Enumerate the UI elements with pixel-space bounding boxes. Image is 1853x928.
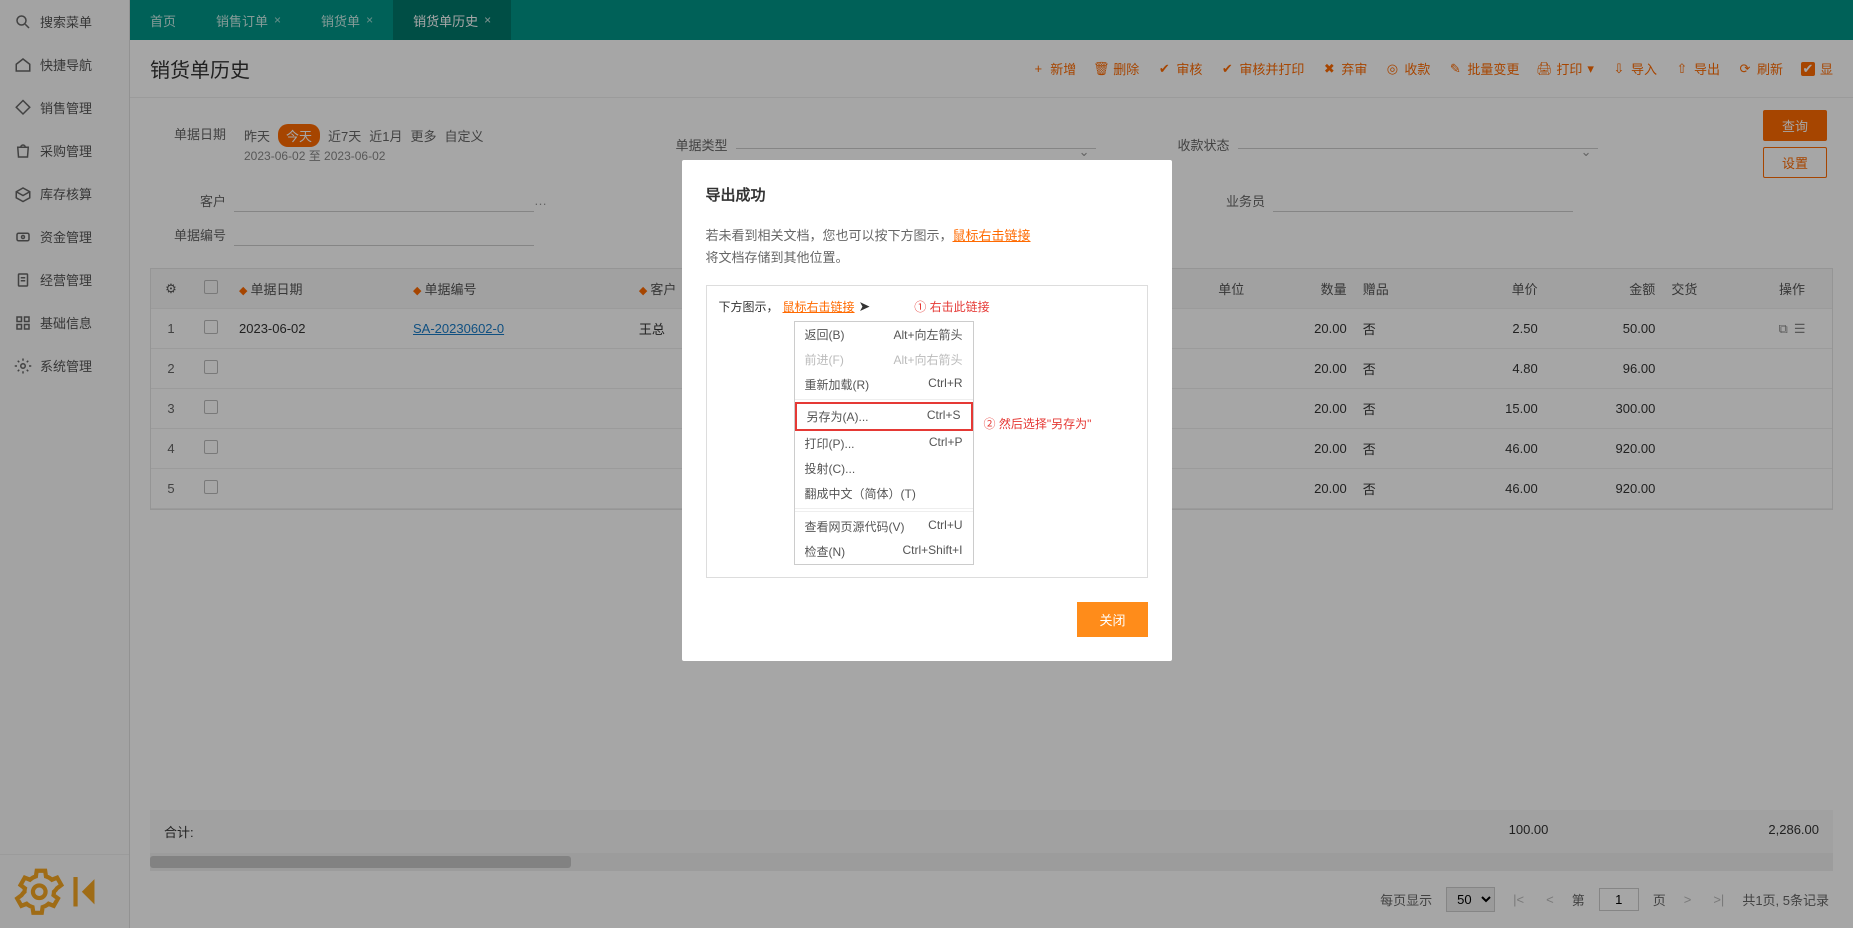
ctx-item: 前进(F)Alt+向右箭头 (795, 347, 973, 372)
annotation-1: ① 右击此链接 (914, 298, 989, 315)
ctx-item: 打印(P)...Ctrl+P (795, 431, 973, 456)
cursor-icon: ➤ (859, 298, 871, 315)
instruction-image: 下方图示， 鼠标右击链接 ➤ ① 右击此链接 返回(B)Alt+向左箭头前进(F… (706, 285, 1148, 578)
img-link: 鼠标右击链接 (783, 298, 855, 315)
context-menu-illustration: 返回(B)Alt+向左箭头前进(F)Alt+向右箭头重新加载(R)Ctrl+R 另… (794, 321, 974, 565)
ctx-item: 翻成中文（简体）(T) (795, 481, 973, 506)
modal-text-line: 将文档存储到其他位置。 (706, 250, 849, 265)
ctx-item: 另存为(A)...Ctrl+S (795, 402, 973, 431)
ctx-item: 返回(B)Alt+向左箭头 (795, 322, 973, 347)
close-button[interactable]: 关闭 (1077, 602, 1147, 637)
modal-title: 导出成功 (706, 184, 1148, 205)
modal-overlay: 导出成功 若未看到相关文档，您也可以按下方图示，鼠标右击链接 将文档存储到其他位… (0, 0, 1853, 928)
modal-text-line: 若未看到相关文档，您也可以按下方图示， (706, 228, 953, 243)
modal-text: 若未看到相关文档，您也可以按下方图示，鼠标右击链接 将文档存储到其他位置。 (706, 225, 1148, 269)
right-click-link[interactable]: 鼠标右击链接 (953, 228, 1031, 243)
export-success-modal: 导出成功 若未看到相关文档，您也可以按下方图示，鼠标右击链接 将文档存储到其他位… (682, 160, 1172, 661)
ctx-item: 投射(C)... (795, 456, 973, 481)
ctx-item: 检查(N)Ctrl+Shift+I (795, 539, 973, 564)
ctx-item: 查看网页源代码(V)Ctrl+U (795, 514, 973, 539)
ctx-item: 重新加载(R)Ctrl+R (795, 372, 973, 397)
annotation-2: ② 然后选择"另存为" (984, 415, 1092, 432)
img-text: 下方图示， (719, 298, 779, 315)
